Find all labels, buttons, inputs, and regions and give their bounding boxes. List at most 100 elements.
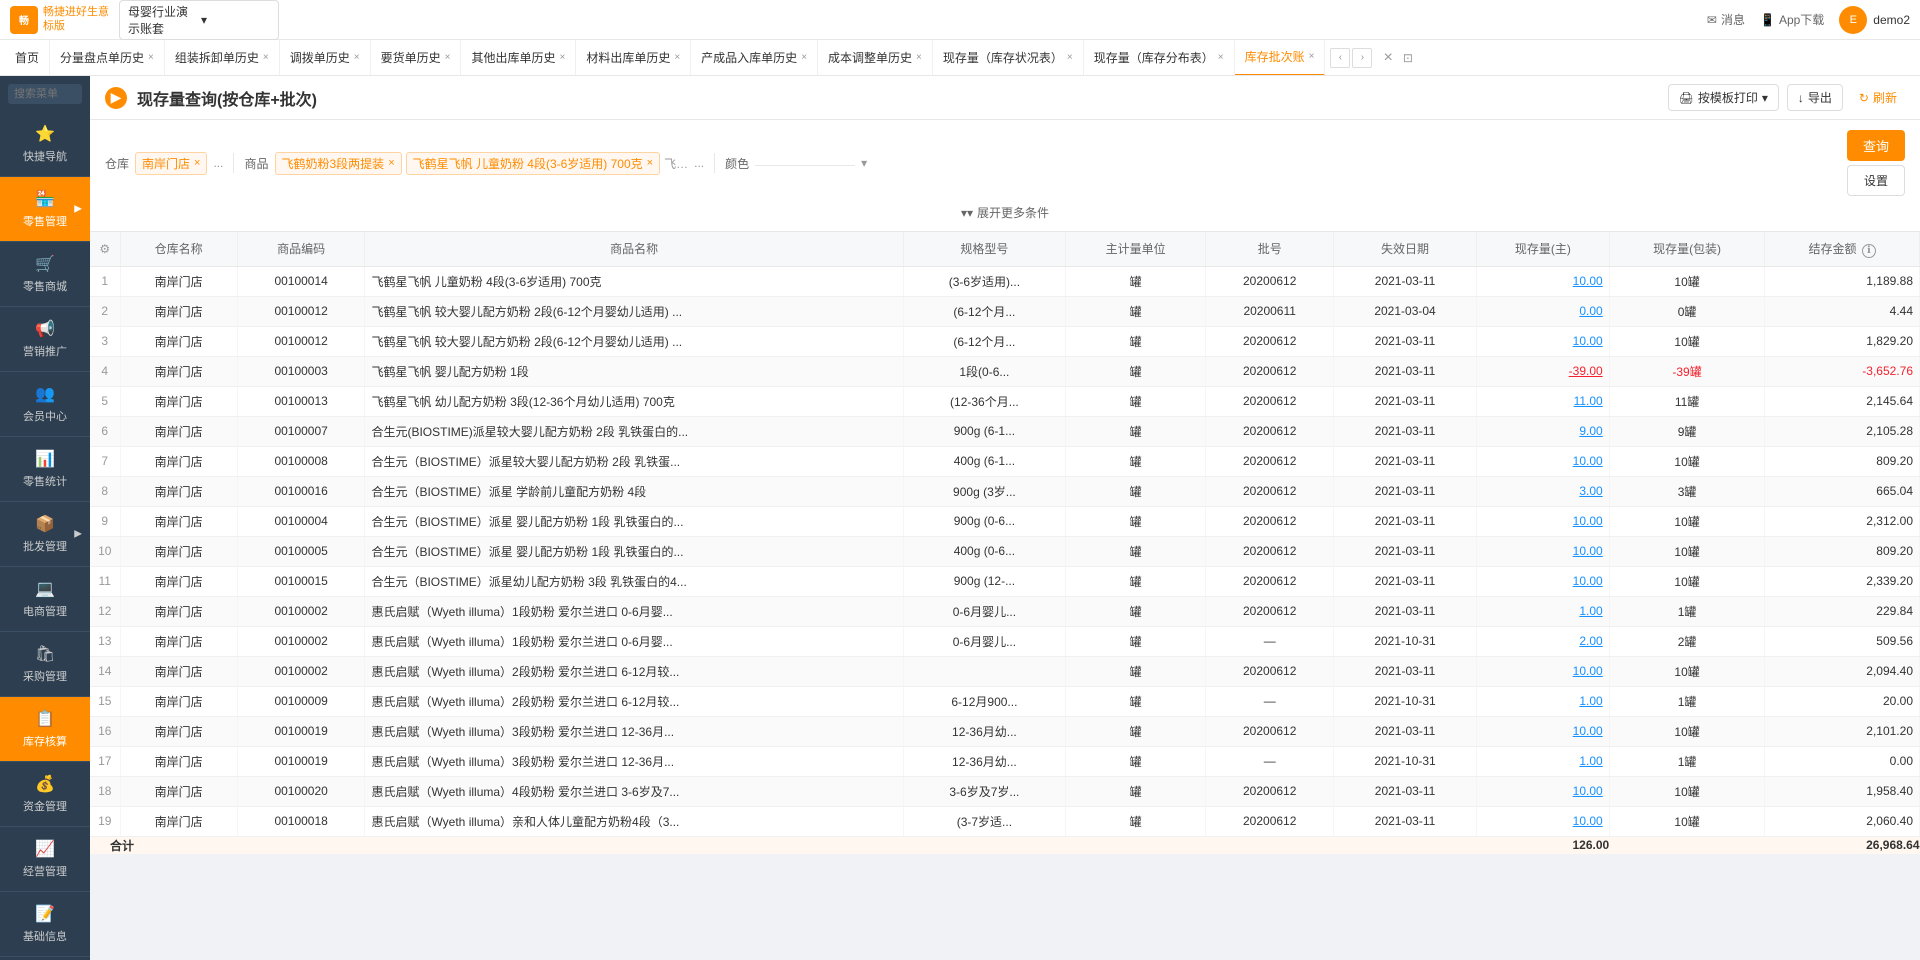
cell-amount: -3,652.76 bbox=[1765, 356, 1920, 386]
cell-expire: 2021-03-11 bbox=[1334, 596, 1477, 626]
sidebar-item-ecommerce[interactable]: 💻 电商管理 bbox=[0, 567, 90, 632]
sidebar-item-wholesale[interactable]: 📦 批发管理 ▶ bbox=[0, 502, 90, 567]
retail-icon: 🏪 bbox=[35, 189, 55, 209]
sidebar-item-business[interactable]: 📈 经营管理 bbox=[0, 827, 90, 892]
remove-product-tag-2[interactable]: × bbox=[647, 157, 653, 169]
close-icon[interactable]: × bbox=[916, 52, 922, 63]
cell-code: 00100015 bbox=[237, 566, 365, 596]
cell-unit: 罐 bbox=[1065, 326, 1205, 356]
product-ellipsis[interactable]: ... bbox=[694, 156, 704, 170]
nav-tab-zuzhuang[interactable]: 组装拆卸单历史 × bbox=[165, 40, 280, 76]
nav-tab-chuku[interactable]: 其他出库单历史 × bbox=[461, 40, 576, 76]
setting-button[interactable]: 设置 bbox=[1847, 165, 1905, 196]
table-row: 13 南岸门店 00100002 惠氏启赋（Wyeth illuma）1段奶粉 … bbox=[90, 626, 1920, 656]
expand-filter-button[interactable]: ▶ bbox=[105, 87, 127, 109]
cell-amount: 509.56 bbox=[1765, 626, 1920, 656]
close-icon[interactable]: × bbox=[263, 52, 269, 63]
nav-tab-kucun-batch[interactable]: 库存批次账 × bbox=[1235, 40, 1326, 76]
table-row: 2 南岸门店 00100012 飞鹤星飞帆 较大婴儿配方奶粉 2段(6-12个月… bbox=[90, 296, 1920, 326]
nav-tab-home[interactable]: 首页 bbox=[5, 40, 50, 76]
cell-qty-main: 10.00 bbox=[1477, 716, 1610, 746]
sidebar-item-basic-info[interactable]: 📝 基础信息 bbox=[0, 892, 90, 957]
nav-tab-cailiao[interactable]: 材料出库单历史 × bbox=[576, 40, 691, 76]
query-button[interactable]: 查询 bbox=[1847, 130, 1905, 161]
export-icon: ↓ bbox=[1798, 91, 1804, 105]
close-icon[interactable]: × bbox=[1218, 52, 1224, 63]
nav-tab-chengben[interactable]: 成本调整单历史 × bbox=[818, 40, 933, 76]
product-more[interactable]: 飞… bbox=[664, 155, 688, 172]
warehouse-more[interactable]: ... bbox=[213, 156, 223, 170]
cell-warehouse: 南岸门店 bbox=[120, 536, 237, 566]
print-button[interactable]: 🖨 按模板打印 ▾ bbox=[1668, 84, 1779, 111]
nav-tab-yaohuo[interactable]: 要货单历史 × bbox=[371, 40, 462, 76]
remove-product-tag-1[interactable]: × bbox=[388, 157, 394, 169]
finance-icon: 💰 bbox=[35, 774, 55, 794]
cell-code: 00100005 bbox=[237, 536, 365, 566]
close-icon[interactable]: × bbox=[801, 52, 807, 63]
close-icon[interactable]: × bbox=[1067, 52, 1073, 63]
nav-tab-kucun1[interactable]: 现存量（库存状况表） × bbox=[933, 40, 1084, 76]
sidebar-item-mall[interactable]: 🛒 零售商城 bbox=[0, 242, 90, 307]
nav-tab-kucun2[interactable]: 现存量（库存分布表） × bbox=[1084, 40, 1235, 76]
nav-tab-diaobo[interactable]: 调拨单历史 × bbox=[280, 40, 371, 76]
expand-tabs-icon[interactable]: ⊡ bbox=[1399, 51, 1417, 65]
cell-qty-main: 2.00 bbox=[1477, 626, 1610, 656]
expand-more-button[interactable]: ▾▾ 展开更多条件 bbox=[105, 204, 1905, 221]
sidebar-item-marketing[interactable]: 📢 营销推广 bbox=[0, 307, 90, 372]
cell-batch: 20200612 bbox=[1206, 776, 1334, 806]
quick-nav-icon: ⭐ bbox=[35, 124, 55, 144]
cell-code: 00100009 bbox=[237, 686, 365, 716]
cell-name: 飞鹤星飞帆 婴儿配方奶粉 1段 bbox=[365, 356, 903, 386]
amount-info-icon[interactable]: ℹ bbox=[1862, 244, 1876, 258]
table-header-row: ⚙ 仓库名称 商品编码 商品名称 规格型号 主计量单位 批号 失效日期 现存量(… bbox=[90, 232, 1920, 266]
cell-code: 00100013 bbox=[237, 386, 365, 416]
app-icon: 📱 bbox=[1760, 13, 1775, 27]
settings-icon[interactable]: ⚙ bbox=[99, 242, 110, 256]
cell-qty-pack: 10罐 bbox=[1609, 266, 1765, 296]
cell-code: 00100019 bbox=[237, 746, 365, 776]
nav-tab-chancheng[interactable]: 产成品入库单历史 × bbox=[691, 40, 818, 76]
refresh-button[interactable]: ↻ 刷新 bbox=[1851, 85, 1905, 110]
col-amount: 结存金额 ℹ bbox=[1765, 232, 1920, 266]
close-icon[interactable]: × bbox=[674, 52, 680, 63]
top-bar: 畅 畅捷进好生意 标版 母婴行业演示账套 ▾ ✉ 消息 📱 App下载 E de… bbox=[0, 0, 1920, 40]
cell-code: 00100007 bbox=[237, 416, 365, 446]
remove-warehouse-tag[interactable]: × bbox=[194, 157, 200, 169]
close-all-tabs[interactable]: × bbox=[1377, 49, 1398, 67]
refresh-icon: ↻ bbox=[1859, 91, 1869, 105]
app-download-button[interactable]: 📱 App下载 bbox=[1760, 11, 1824, 28]
sidebar-item-retail-stat[interactable]: 📊 零售统计 bbox=[0, 437, 90, 502]
nav-prev-arrow[interactable]: ‹ bbox=[1330, 48, 1350, 68]
sidebar-item-member[interactable]: 👥 会员中心 bbox=[0, 372, 90, 437]
nav-tab-fen-liang[interactable]: 分量盘点单历史 × bbox=[50, 40, 165, 76]
sidebar-item-quick-nav[interactable]: ⭐ 快捷导航 bbox=[0, 112, 90, 177]
cell-expire: 2021-03-11 bbox=[1334, 536, 1477, 566]
sidebar-item-inventory[interactable]: 📋 库存核算 bbox=[0, 697, 90, 762]
export-button[interactable]: ↓ 导出 bbox=[1787, 84, 1843, 111]
cell-qty-pack: -39罐 bbox=[1609, 356, 1765, 386]
sidebar-item-retail[interactable]: 🏪 零售管理 ▶ bbox=[0, 177, 90, 242]
search-input[interactable] bbox=[8, 84, 82, 104]
cell-batch: 20200611 bbox=[1206, 296, 1334, 326]
cell-qty-pack: 1罐 bbox=[1609, 746, 1765, 776]
cell-code: 00100019 bbox=[237, 716, 365, 746]
table-row: 11 南岸门店 00100015 合生元（BIOSTIME）派星幼儿配方奶粉 3… bbox=[90, 566, 1920, 596]
close-icon[interactable]: × bbox=[148, 52, 154, 63]
user-area[interactable]: E demo2 bbox=[1839, 6, 1910, 34]
color-dropdown-icon[interactable]: ▾ bbox=[861, 156, 867, 170]
close-icon[interactable]: × bbox=[559, 52, 565, 63]
cell-name: 飞鹤星飞帆 幼儿配方奶粉 3段(12-36个月幼儿适用) 700克 bbox=[365, 386, 903, 416]
cell-batch: 20200612 bbox=[1206, 446, 1334, 476]
close-icon[interactable]: × bbox=[1309, 51, 1315, 62]
sidebar-item-finance[interactable]: 💰 资金管理 bbox=[0, 762, 90, 827]
cell-name: 惠氏启赋（Wyeth illuma）2段奶粉 爱尔兰进口 6-12月较... bbox=[365, 686, 903, 716]
cell-spec: 400g (0-6... bbox=[903, 536, 1065, 566]
cell-no: 8 bbox=[90, 476, 120, 506]
close-icon[interactable]: × bbox=[445, 52, 451, 63]
logo-text: 畅捷进好生意 标版 bbox=[43, 6, 109, 32]
message-button[interactable]: ✉ 消息 bbox=[1707, 11, 1745, 28]
sidebar-item-purchase[interactable]: 🛍 采购管理 bbox=[0, 632, 90, 697]
workspace-selector[interactable]: 母婴行业演示账套 ▾ bbox=[119, 0, 279, 40]
close-icon[interactable]: × bbox=[354, 52, 360, 63]
nav-next-arrow[interactable]: › bbox=[1352, 48, 1372, 68]
